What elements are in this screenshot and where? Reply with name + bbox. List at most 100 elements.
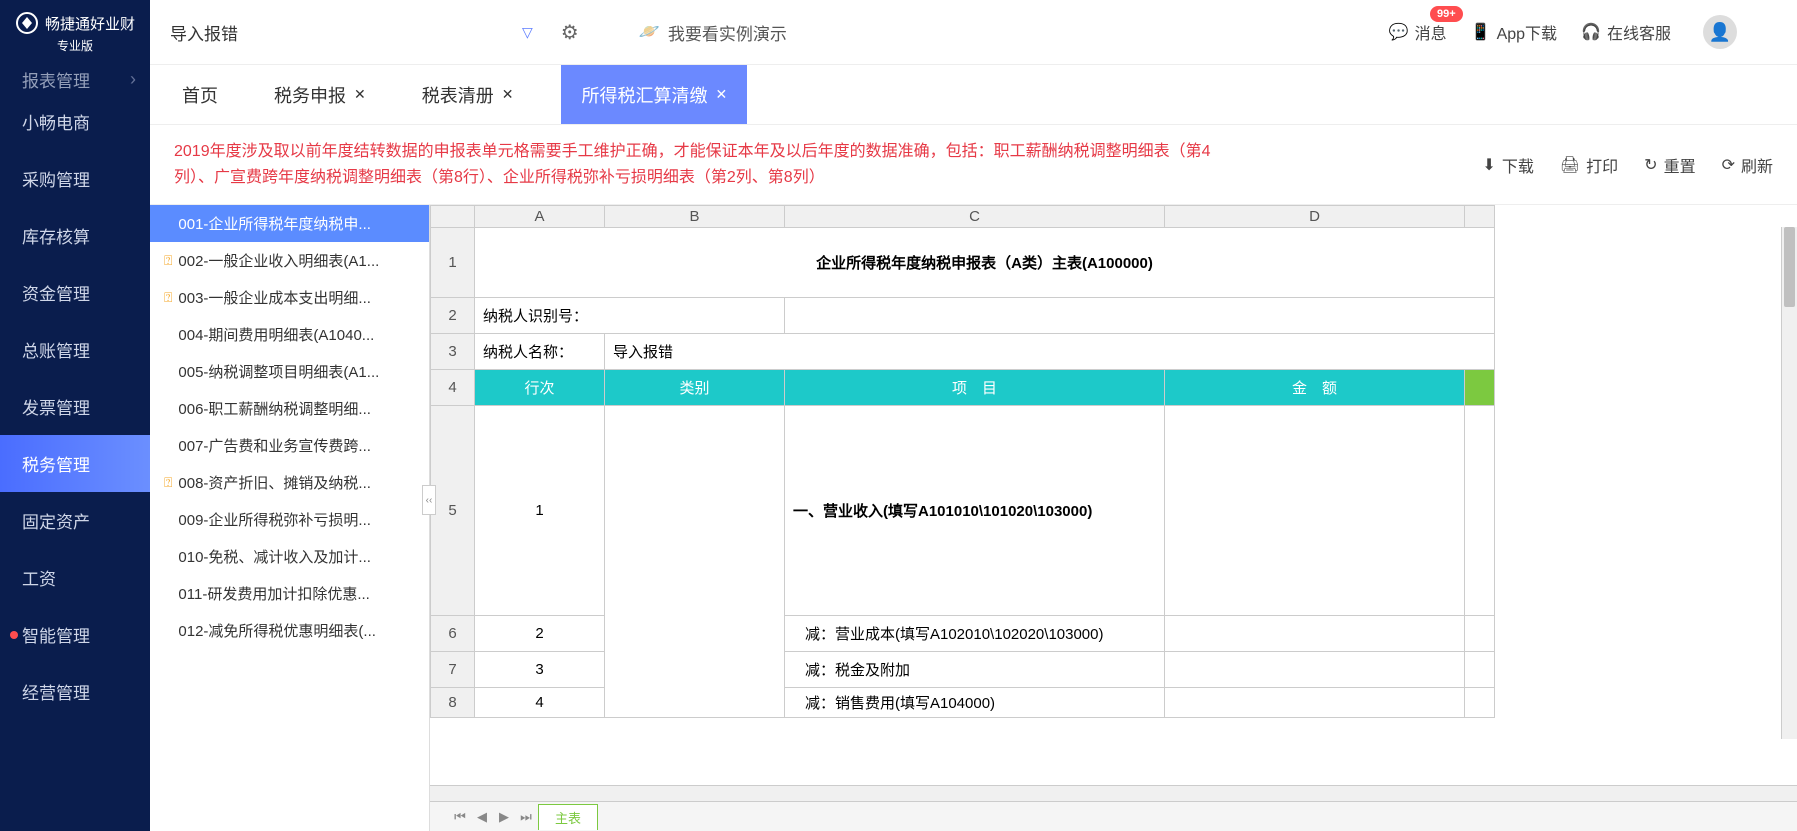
form-list-item-9[interactable]: ⍰010-免税、减计收入及加计... — [150, 538, 429, 575]
horizontal-scrollbar[interactable] — [430, 785, 1797, 801]
row-header-1[interactable]: 1 — [431, 228, 475, 298]
sheet-nav-next[interactable]: ▶ — [494, 809, 514, 825]
app-download-button[interactable]: 📱 App下载 — [1471, 20, 1557, 44]
sidebar-item-9[interactable]: 智能管理 — [0, 606, 150, 663]
user-avatar[interactable]: 👤 — [1703, 15, 1737, 49]
header-category[interactable]: 类别 — [605, 370, 785, 406]
vertical-scrollbar[interactable] — [1781, 227, 1797, 739]
header-line[interactable]: 行次 — [475, 370, 605, 406]
form-list-item-1[interactable]: ⍰002-一般企业收入明细表(A1... — [150, 242, 429, 279]
sidebar-item-10[interactable]: 经营管理 — [0, 663, 150, 720]
col-header-b[interactable]: B — [605, 206, 785, 228]
row-header-8[interactable]: 8 — [431, 688, 475, 718]
cell-8-amount[interactable] — [1165, 688, 1465, 718]
refresh-button[interactable]: ⟳刷新 — [1722, 153, 1773, 177]
reset-button[interactable]: ↻重置 — [1644, 153, 1695, 177]
spreadsheet[interactable]: A B C D 1 企业所得税年度纳税申报表（A类）主表(A100000) 2 — [430, 205, 1797, 785]
cell-5-extra[interactable] — [1465, 406, 1495, 616]
cell-7-item[interactable]: 减：税金及附加 — [785, 652, 1165, 688]
cell-7-amount[interactable] — [1165, 652, 1465, 688]
close-icon[interactable]: ✕ — [715, 86, 727, 103]
cell-5-amount[interactable] — [1165, 406, 1465, 616]
form-item-label: 003-一般企业成本支出明细... — [178, 287, 371, 308]
cell-5-item[interactable]: 一、营业收入(填写A101010\101020\103000) — [785, 406, 1165, 616]
row-header-2[interactable]: 2 — [431, 298, 475, 334]
company-selector[interactable]: 导入报错 ▽ — [170, 20, 533, 45]
row-header-3[interactable]: 3 — [431, 334, 475, 370]
messages-button[interactable]: 💬 消息 99+ — [1389, 20, 1447, 44]
row-header-6[interactable]: 6 — [431, 616, 475, 652]
row-header-4[interactable]: 4 — [431, 370, 475, 406]
sidebar-item-2[interactable]: 库存核算 — [0, 207, 150, 264]
col-header-a[interactable]: A — [475, 206, 605, 228]
cell-taxpayer-id-value[interactable] — [785, 298, 1495, 334]
demo-link[interactable]: 🪐 我要看实例演示 — [639, 20, 787, 45]
form-list-item-11[interactable]: ⍰012-减免所得税优惠明细表(... — [150, 612, 429, 649]
brand-name: 畅捷通好业财 — [45, 13, 135, 34]
cell-taxpayer-name-value[interactable]: 导入报错 — [605, 334, 1495, 370]
messages-badge: 99+ — [1430, 6, 1463, 22]
sheet-nav-first[interactable]: ⏮ — [450, 809, 470, 825]
cell-7-line[interactable]: 3 — [475, 652, 605, 688]
form-list-item-0[interactable]: ⍰001-企业所得税年度纳税申... — [150, 205, 429, 242]
form-list-item-8[interactable]: ⍰009-企业所得税弥补亏损明... — [150, 501, 429, 538]
sidebar-item-6[interactable]: 税务管理 — [0, 435, 150, 492]
sidebar-item-label: 工资 — [22, 565, 56, 590]
tab-0[interactable]: 首页 — [174, 65, 226, 124]
cell-8-line[interactable]: 4 — [475, 688, 605, 718]
cell-taxpayer-name-label[interactable]: 纳税人名称： — [475, 334, 605, 370]
cell-8-item[interactable]: 减：销售费用(填写A104000) — [785, 688, 1165, 718]
cell-7-extra[interactable] — [1465, 652, 1495, 688]
sidebar-item-8[interactable]: 工资 — [0, 549, 150, 606]
col-header-e[interactable] — [1465, 206, 1495, 228]
cell-6-extra[interactable] — [1465, 616, 1495, 652]
sidebar: 报表管理 小畅电商采购管理库存核算资金管理总账管理发票管理税务管理固定资产工资智… — [0, 65, 150, 831]
close-icon[interactable]: ✕ — [502, 86, 514, 103]
settings-gear-icon[interactable]: ⚙ — [561, 20, 579, 45]
tab-3[interactable]: 所得税汇算清缴✕ — [561, 65, 747, 124]
header-amount[interactable]: 金 额 — [1165, 370, 1465, 406]
collapse-panel-button[interactable]: ‹‹ — [422, 485, 436, 515]
sidebar-item-1[interactable]: 采购管理 — [0, 150, 150, 207]
tab-1[interactable]: 税务申报✕ — [266, 65, 374, 124]
cell-5-line[interactable]: 1 — [475, 406, 605, 616]
sidebar-item-4[interactable]: 总账管理 — [0, 321, 150, 378]
form-list-item-7[interactable]: ⍰008-资产折旧、摊销及纳税... — [150, 464, 429, 501]
col-header-d[interactable]: D — [1165, 206, 1465, 228]
cell-6-line[interactable]: 2 — [475, 616, 605, 652]
form-item-label: 010-免税、减计收入及加计... — [178, 546, 371, 567]
col-header-c[interactable]: C — [785, 206, 1165, 228]
sidebar-item-3[interactable]: 资金管理 — [0, 264, 150, 321]
cell-5-category[interactable] — [605, 406, 785, 718]
sheet-tab-main[interactable]: 主表 — [538, 804, 598, 830]
cell-6-item[interactable]: 减：营业成本(填写A102010\102020\103000) — [785, 616, 1165, 652]
sheet-nav-prev[interactable]: ◀ — [472, 809, 492, 825]
form-list-item-3[interactable]: ⍰004-期间费用明细表(A1040... — [150, 316, 429, 353]
header-item[interactable]: 项 目 — [785, 370, 1165, 406]
header-extra[interactable] — [1465, 370, 1495, 406]
corner-cell[interactable] — [431, 206, 475, 228]
cell-8-extra[interactable] — [1465, 688, 1495, 718]
form-item-label: 011-研发费用加计扣除优惠... — [178, 583, 369, 604]
sidebar-item-5[interactable]: 发票管理 — [0, 378, 150, 435]
form-list-item-4[interactable]: ⍰005-纳税调整项目明细表(A1... — [150, 353, 429, 390]
download-button[interactable]: ⬇下载 — [1482, 153, 1533, 177]
form-list-item-10[interactable]: ⍰011-研发费用加计扣除优惠... — [150, 575, 429, 612]
sidebar-item-7[interactable]: 固定资产 — [0, 492, 150, 549]
cell-taxpayer-id-label[interactable]: 纳税人识别号： — [475, 298, 785, 334]
sheet-title[interactable]: 企业所得税年度纳税申报表（A类）主表(A100000) — [475, 228, 1495, 298]
cell-6-amount[interactable] — [1165, 616, 1465, 652]
print-button[interactable]: 🖨打印 — [1560, 153, 1618, 177]
form-item-label: 002-一般企业收入明细表(A1... — [178, 250, 379, 271]
sidebar-item-cut[interactable]: 报表管理 — [0, 65, 150, 93]
row-header-5[interactable]: 5 — [431, 406, 475, 616]
tab-2[interactable]: 税表清册✕ — [414, 65, 522, 124]
sidebar-item-0[interactable]: 小畅电商 — [0, 93, 150, 150]
support-button[interactable]: 🎧 在线客服 — [1581, 20, 1671, 44]
form-list-item-2[interactable]: ⍰003-一般企业成本支出明细... — [150, 279, 429, 316]
form-list-item-6[interactable]: ⍰007-广告费和业务宣传费跨... — [150, 427, 429, 464]
row-header-7[interactable]: 7 — [431, 652, 475, 688]
close-icon[interactable]: ✕ — [354, 86, 366, 103]
form-list-item-5[interactable]: ⍰006-职工薪酬纳税调整明细... — [150, 390, 429, 427]
sheet-nav-last[interactable]: ⏭ — [516, 809, 536, 825]
